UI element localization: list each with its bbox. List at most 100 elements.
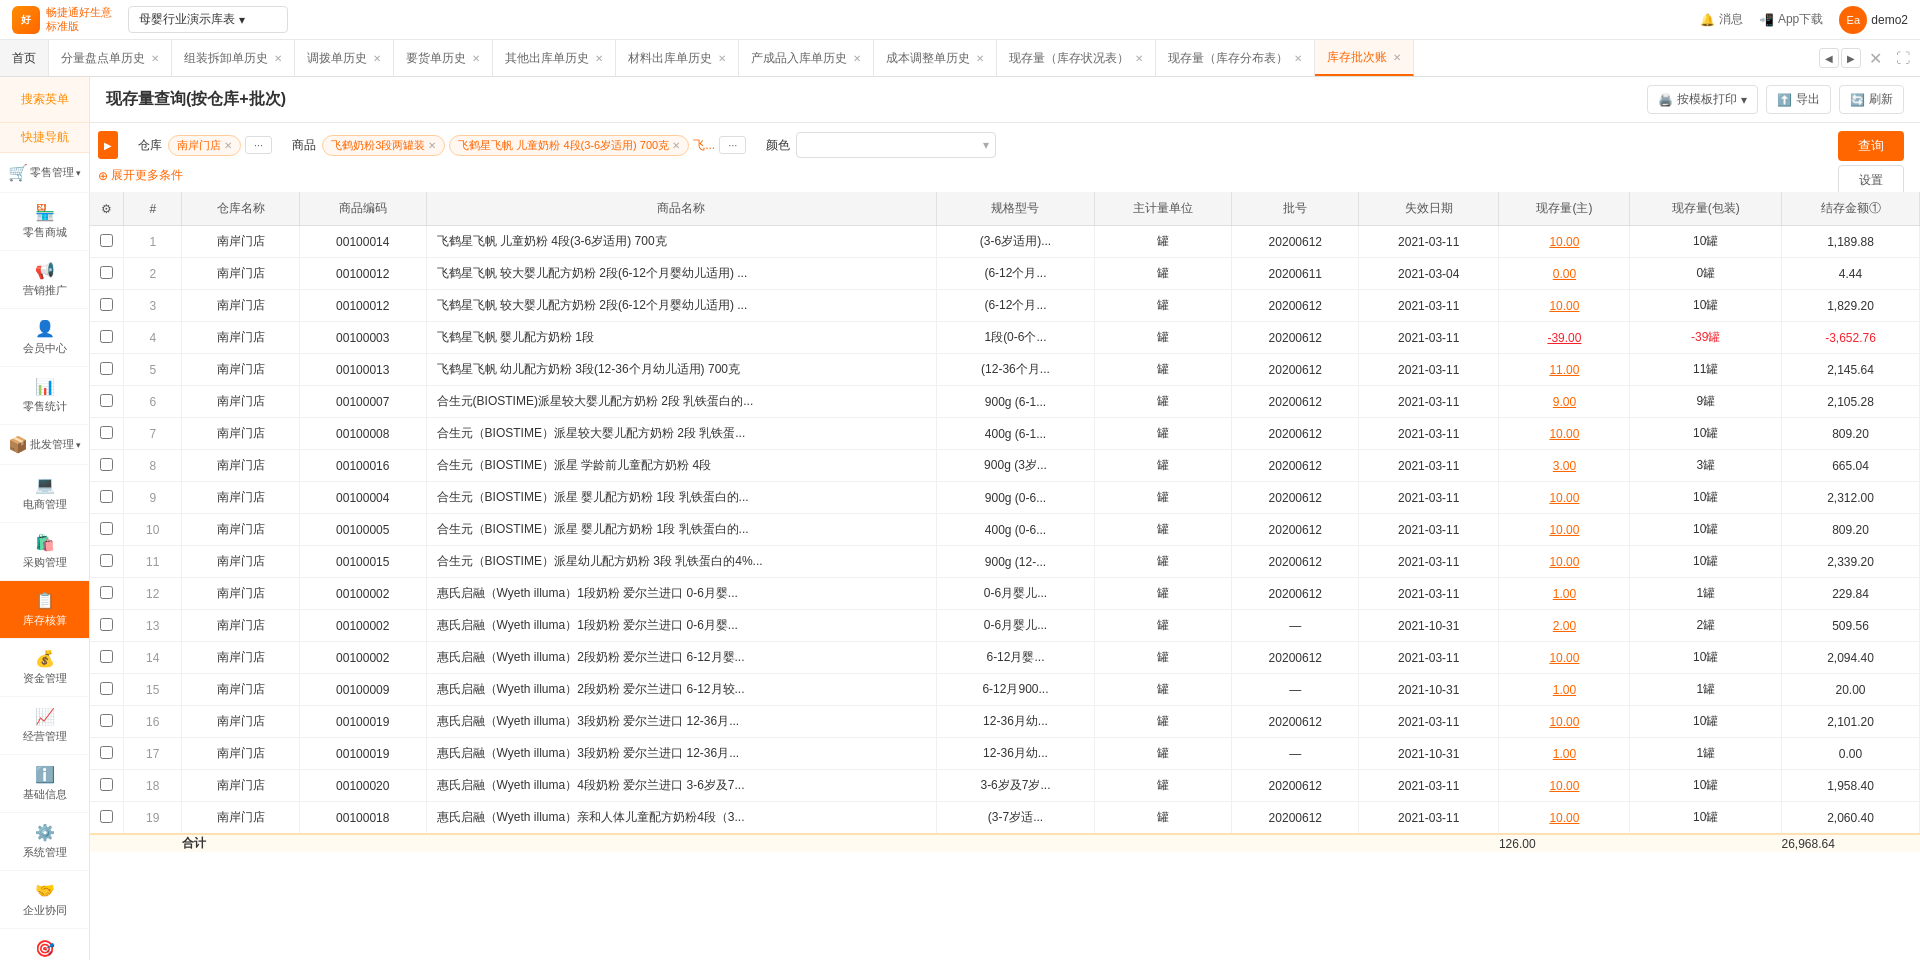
industry-dropdown[interactable]: 母婴行业演示库表 ▾ <box>128 6 288 33</box>
tab-close[interactable]: ✕ <box>472 53 480 64</box>
nav-tab-2[interactable]: 组装拆卸单历史✕ <box>172 40 295 76</box>
row-stock-main[interactable]: 10.00 <box>1499 482 1630 514</box>
nav-prev-arrow[interactable]: ◀ <box>1819 48 1839 68</box>
warehouse-tag-remove[interactable]: ✕ <box>224 140 232 151</box>
product-tag-1-remove[interactable]: ✕ <box>428 140 436 151</box>
nav-tab-9[interactable]: 现存量（库存状况表）✕ <box>997 40 1156 76</box>
color-select[interactable]: ▾ <box>796 132 996 158</box>
query-button[interactable]: 查询 <box>1838 131 1904 161</box>
row-checkbox[interactable] <box>90 770 124 802</box>
row-stock-main[interactable]: 10.00 <box>1499 546 1630 578</box>
row-stock-main[interactable]: 9.00 <box>1499 386 1630 418</box>
warehouse-more[interactable]: ··· <box>245 136 272 154</box>
sidebar-item-10[interactable]: 📈经营管理 <box>0 697 89 755</box>
tab-close[interactable]: ✕ <box>1294 53 1302 64</box>
sidebar-item-3[interactable]: 👤会员中心 <box>0 309 89 367</box>
sidebar-item-14[interactable]: 🎯新手引导 <box>0 929 89 960</box>
nav-tab-10[interactable]: 现存量（库存分布表）✕ <box>1156 40 1315 76</box>
row-stock-main[interactable]: 3.00 <box>1499 450 1630 482</box>
row-checkbox[interactable] <box>90 674 124 706</box>
nav-expand[interactable]: ⛶ <box>1890 50 1916 66</box>
nav-tab-4[interactable]: 要货单历史✕ <box>394 40 493 76</box>
nav-next-arrow[interactable]: ▶ <box>1841 48 1861 68</box>
sidebar-item-1[interactable]: 🏪零售商城 <box>0 193 89 251</box>
app-download-action[interactable]: 📲 App下载 <box>1759 11 1823 28</box>
tab-close[interactable]: ✕ <box>853 53 861 64</box>
row-checkbox[interactable] <box>90 322 124 354</box>
tab-close[interactable]: ✕ <box>1393 52 1401 63</box>
sidebar-item-6[interactable]: 💻电商管理 <box>0 465 89 523</box>
nav-tab-5[interactable]: 其他出库单历史✕ <box>493 40 616 76</box>
user-area[interactable]: Ea demo2 <box>1839 6 1908 34</box>
row-stock-main[interactable]: 10.00 <box>1499 418 1630 450</box>
expand-more-btn[interactable]: ⊕ 展开更多条件 <box>90 163 1920 188</box>
product-more[interactable]: 飞... <box>693 137 715 154</box>
sidebar-item-9[interactable]: 💰资金管理 <box>0 639 89 697</box>
row-stock-main[interactable]: 10.00 <box>1499 770 1630 802</box>
row-checkbox[interactable] <box>90 642 124 674</box>
row-checkbox[interactable] <box>90 386 124 418</box>
product-tag-2-remove[interactable]: ✕ <box>672 140 680 151</box>
filter-expand-arrow[interactable]: ▶ <box>98 131 118 159</box>
sidebar-item-8[interactable]: 📋库存核算 <box>0 581 89 639</box>
row-checkbox[interactable] <box>90 546 124 578</box>
nav-tab-11[interactable]: 库存批次账✕ <box>1315 40 1414 76</box>
sidebar-item-0[interactable]: 🛒零售管理▾ <box>0 153 89 193</box>
row-checkbox[interactable] <box>90 226 124 258</box>
sidebar-item-12[interactable]: ⚙️系统管理 <box>0 813 89 871</box>
row-checkbox[interactable] <box>90 354 124 386</box>
tab-close[interactable]: ✕ <box>373 53 381 64</box>
gear-column-header[interactable]: ⚙ <box>90 192 124 226</box>
row-checkbox[interactable] <box>90 482 124 514</box>
nav-tab-7[interactable]: 产成品入库单历史✕ <box>739 40 874 76</box>
row-stock-main[interactable]: 2.00 <box>1499 610 1630 642</box>
sidebar-item-11[interactable]: ℹ️基础信息 <box>0 755 89 813</box>
nav-tab-0[interactable]: 首页 <box>0 40 49 76</box>
row-stock-main[interactable]: 10.00 <box>1499 802 1630 835</box>
tab-close[interactable]: ✕ <box>976 53 984 64</box>
nav-tab-8[interactable]: 成本调整单历史✕ <box>874 40 997 76</box>
row-stock-main[interactable]: 0.00 <box>1499 258 1630 290</box>
row-checkbox[interactable] <box>90 706 124 738</box>
message-action[interactable]: 🔔 消息 <box>1700 11 1743 28</box>
tab-close[interactable]: ✕ <box>595 53 603 64</box>
row-checkbox[interactable] <box>90 258 124 290</box>
nav-tab-3[interactable]: 调拨单历史✕ <box>295 40 394 76</box>
row-stock-main[interactable]: -39.00 <box>1499 322 1630 354</box>
sidebar-item-7[interactable]: 🛍️采购管理 <box>0 523 89 581</box>
tab-close[interactable]: ✕ <box>718 53 726 64</box>
sidebar-item-2[interactable]: 📢营销推广 <box>0 251 89 309</box>
nav-tab-6[interactable]: 材料出库单历史✕ <box>616 40 739 76</box>
refresh-button[interactable]: 🔄 刷新 <box>1839 85 1904 114</box>
row-stock-main[interactable]: 10.00 <box>1499 706 1630 738</box>
row-stock-main[interactable]: 10.00 <box>1499 514 1630 546</box>
row-stock-main[interactable]: 10.00 <box>1499 290 1630 322</box>
row-checkbox[interactable] <box>90 802 124 835</box>
row-checkbox[interactable] <box>90 418 124 450</box>
row-stock-main[interactable]: 1.00 <box>1499 578 1630 610</box>
row-checkbox[interactable] <box>90 610 124 642</box>
product-more-btn[interactable]: ··· <box>719 136 746 154</box>
tab-close[interactable]: ✕ <box>151 53 159 64</box>
quick-nav[interactable]: 快捷导航 <box>0 123 89 153</box>
export-button[interactable]: ⬆️ 导出 <box>1766 85 1831 114</box>
nav-tab-1[interactable]: 分量盘点单历史✕ <box>49 40 172 76</box>
template-print-button[interactable]: 🖨️ 按模板打印 ▾ <box>1647 85 1758 114</box>
nav-close-all[interactable]: ✕ <box>1863 49 1888 68</box>
row-checkbox[interactable] <box>90 514 124 546</box>
sidebar-item-5[interactable]: 📦批发管理▾ <box>0 425 89 465</box>
row-stock-main[interactable]: 1.00 <box>1499 674 1630 706</box>
row-checkbox[interactable] <box>90 738 124 770</box>
row-stock-main[interactable]: 10.00 <box>1499 642 1630 674</box>
row-checkbox[interactable] <box>90 578 124 610</box>
row-stock-main[interactable]: 10.00 <box>1499 226 1630 258</box>
row-checkbox[interactable] <box>90 450 124 482</box>
sidebar-item-4[interactable]: 📊零售统计 <box>0 367 89 425</box>
tab-close[interactable]: ✕ <box>1135 53 1143 64</box>
row-checkbox[interactable] <box>90 290 124 322</box>
row-stock-main[interactable]: 11.00 <box>1499 354 1630 386</box>
search-english-button[interactable]: 搜索英单 <box>6 85 83 114</box>
sidebar-item-13[interactable]: 🤝企业协同 <box>0 871 89 929</box>
tab-close[interactable]: ✕ <box>274 53 282 64</box>
row-stock-main[interactable]: 1.00 <box>1499 738 1630 770</box>
